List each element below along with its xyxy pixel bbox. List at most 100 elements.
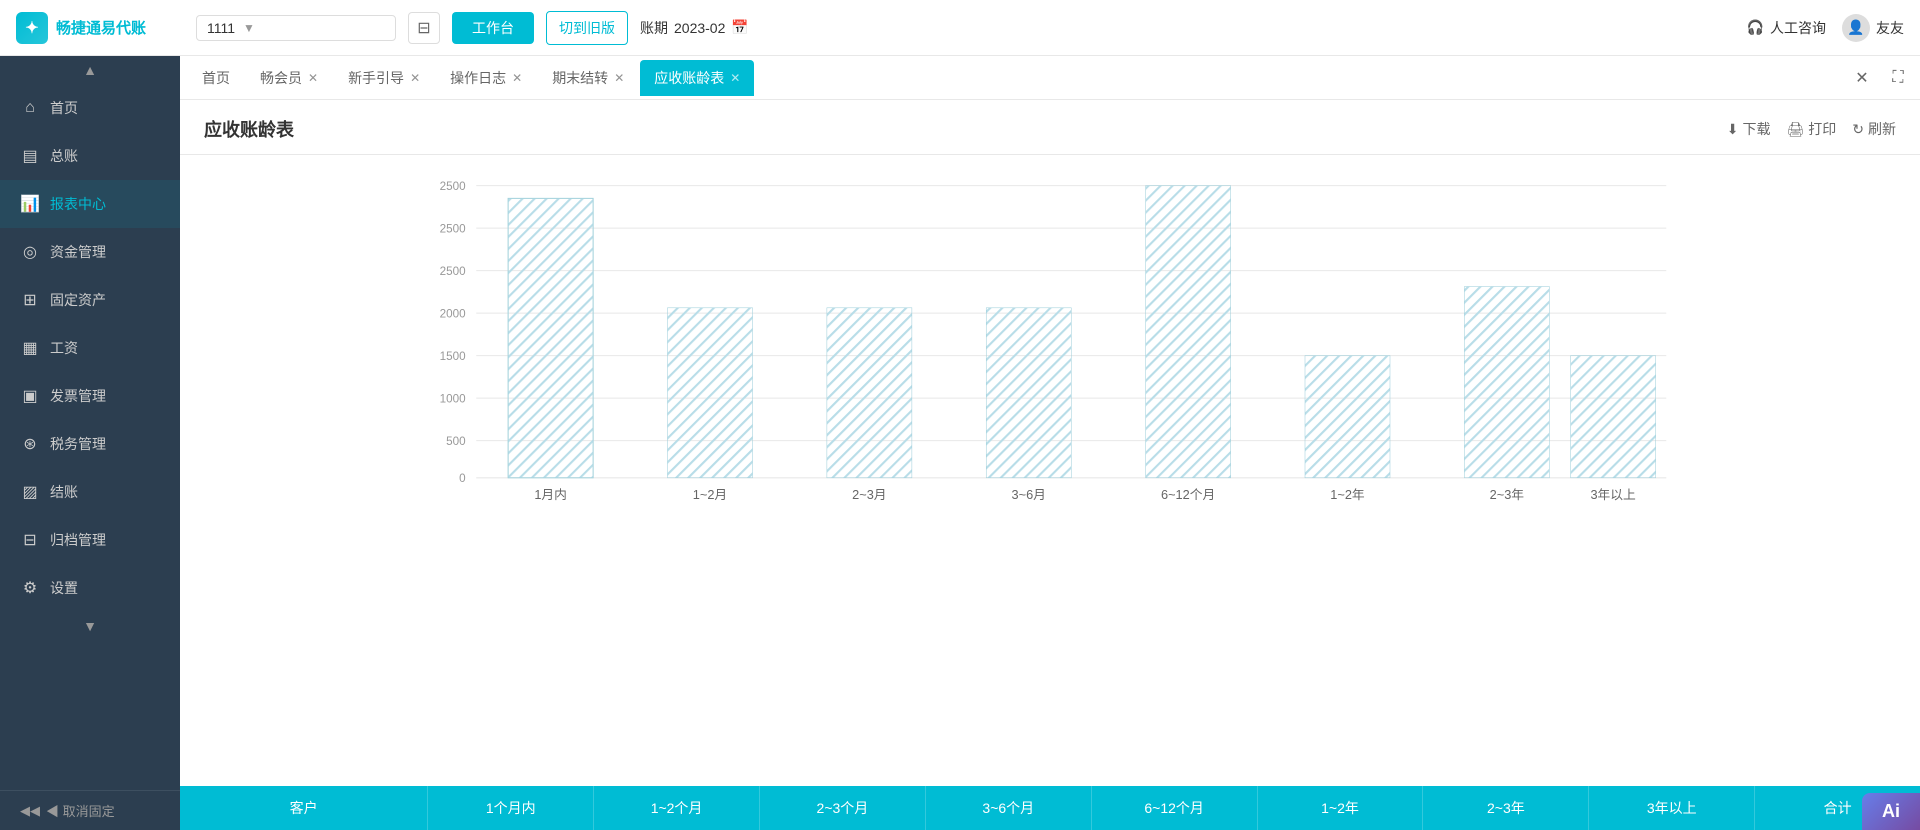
copy-button[interactable]: ⊟ (408, 12, 440, 44)
tab-member-close[interactable]: ✕ (308, 71, 318, 85)
sidebar-scroll-up[interactable]: ▲ (0, 56, 180, 84)
logo-area: ✦ 畅捷通易代账 (16, 12, 196, 44)
sidebar-item-archive[interactable]: ⊟ 归档管理 (0, 516, 180, 564)
svg-text:1~2年: 1~2年 (1330, 487, 1365, 502)
tab-member-label: 畅会员 (260, 68, 302, 88)
th-customer: 客户 (180, 786, 428, 830)
user-area[interactable]: 👤 友友 (1842, 14, 1904, 42)
tab-guide[interactable]: 新手引导 ✕ (334, 60, 434, 96)
ledger-icon: ▤ (20, 146, 40, 166)
consult-area[interactable]: 🎧 人工咨询 (1747, 18, 1826, 38)
sidebar-item-label: 发票管理 (50, 386, 106, 406)
svg-text:1500: 1500 (440, 350, 466, 363)
tab-ar-aging[interactable]: 应收账龄表 ✕ (640, 60, 754, 96)
header: ✦ 畅捷通易代账 1111 ▼ ⊟ 工作台 切到旧版 账期 2023-02 📅 … (0, 0, 1920, 56)
bar-chart: 2500 2500 2500 2000 1500 1000 500 (204, 175, 1896, 515)
reports-icon: 📊 (20, 194, 40, 214)
svg-text:1000: 1000 (440, 392, 466, 405)
settings-icon: ⚙ (20, 578, 40, 598)
sidebar-item-invoice[interactable]: ▣ 发票管理 (0, 372, 180, 420)
assets-icon: ⊞ (20, 290, 40, 310)
tabs-bar: 首页 畅会员 ✕ 新手引导 ✕ 操作日志 ✕ 期末结转 ✕ 应收账龄表 ✕ (180, 56, 1920, 100)
headset-icon: 🎧 (1747, 19, 1764, 36)
header-middle: 1111 ▼ ⊟ 工作台 切到旧版 账期 2023-02 📅 (196, 11, 1747, 45)
ai-badge-text: Ai (1882, 801, 1900, 821)
tab-oplog[interactable]: 操作日志 ✕ (436, 60, 536, 96)
page-header: 应收账龄表 ⬇ 下载 🖨 打印 ↻ 刷新 (180, 100, 1920, 155)
refresh-button[interactable]: ↻ 刷新 (1852, 119, 1896, 139)
download-button[interactable]: ⬇ 下载 (1727, 119, 1771, 139)
logo-text: 畅捷通易代账 (56, 17, 146, 38)
company-selector[interactable]: 1111 ▼ (196, 15, 396, 41)
sidebar-item-funds[interactable]: ◎ 资金管理 (0, 228, 180, 276)
th-2-3year: 2~3年 (1423, 786, 1589, 830)
svg-text:2~3年: 2~3年 (1490, 487, 1525, 502)
sidebar-item-ledger[interactable]: ▤ 总账 (0, 132, 180, 180)
svg-text:1月内: 1月内 (534, 487, 567, 502)
sidebar-scroll-down[interactable]: ▼ (0, 612, 180, 640)
svg-text:3年以上: 3年以上 (1590, 487, 1636, 502)
avatar: 👤 (1842, 14, 1870, 42)
svg-text:2000: 2000 (440, 307, 466, 320)
tabs-right: ✕ ⛶ (1848, 64, 1912, 92)
calendar-icon[interactable]: 📅 (731, 19, 748, 36)
tab-period-close-close[interactable]: ✕ (614, 71, 624, 85)
table-header: 客户 1个月内 1~2个月 2~3个月 3~6个月 6~12个月 (180, 786, 1920, 830)
sidebar-item-settings[interactable]: ⚙ 设置 (0, 564, 180, 612)
close-all-tabs-button[interactable]: ✕ (1848, 64, 1876, 92)
ai-badge[interactable]: Ai (1862, 793, 1920, 830)
svg-text:6~12个月: 6~12个月 (1161, 487, 1215, 502)
sidebar-item-label: 首页 (50, 98, 78, 118)
th-2-3month: 2~3个月 (760, 786, 926, 830)
sidebar-item-closing[interactable]: ▨ 结账 (0, 468, 180, 516)
print-button[interactable]: 🖨 打印 (1786, 119, 1836, 139)
tab-period-close-label: 期末结转 (552, 68, 608, 88)
svg-text:2500: 2500 (440, 180, 466, 193)
sidebar-item-label: 结账 (50, 482, 78, 502)
sidebar-item-assets[interactable]: ⊞ 固定资产 (0, 276, 180, 324)
funds-icon: ◎ (20, 242, 40, 262)
page-actions: ⬇ 下载 🖨 打印 ↻ 刷新 (1727, 119, 1896, 139)
period-area: 账期 2023-02 📅 (640, 18, 749, 38)
th-3year-plus: 3年以上 (1589, 786, 1755, 830)
cancel-fixed-icon: ◀◀ (20, 803, 40, 819)
home-icon: ⌂ (20, 99, 40, 117)
tab-oplog-label: 操作日志 (450, 68, 506, 88)
chart-container: 2500 2500 2500 2000 1500 1000 500 (180, 155, 1920, 786)
maximize-tab-button[interactable]: ⛶ (1884, 64, 1912, 92)
tab-guide-close[interactable]: ✕ (410, 71, 420, 85)
cancel-fixed-button[interactable]: ◀◀ ◀ 取消固定 (0, 790, 180, 830)
tab-period-close[interactable]: 期末结转 ✕ (538, 60, 638, 96)
th-1-2month: 1~2个月 (594, 786, 760, 830)
sidebar-item-tax[interactable]: ⊛ 税务管理 (0, 420, 180, 468)
tab-guide-label: 新手引导 (348, 68, 404, 88)
sidebar-item-label: 工资 (50, 338, 78, 358)
tab-home-label: 首页 (202, 68, 230, 88)
refresh-icon: ↻ (1852, 121, 1864, 138)
tab-home[interactable]: 首页 (188, 60, 244, 96)
tab-ar-aging-close[interactable]: ✕ (730, 71, 740, 85)
tab-oplog-close[interactable]: ✕ (512, 71, 522, 85)
svg-text:500: 500 (446, 435, 466, 448)
print-icon: 🖨 (1786, 121, 1804, 138)
cancel-fixed-label: ◀ 取消固定 (46, 801, 115, 820)
svg-text:2500: 2500 (440, 222, 466, 235)
sidebar-item-label: 设置 (50, 578, 78, 598)
workbench-button[interactable]: 工作台 (452, 12, 534, 44)
page-content: 应收账龄表 ⬇ 下载 🖨 打印 ↻ 刷新 (180, 100, 1920, 830)
sidebar-item-home[interactable]: ⌂ 首页 (0, 84, 180, 132)
company-name: 1111 (207, 20, 235, 36)
sidebar-item-reports[interactable]: 📊 报表中心 (0, 180, 180, 228)
svg-text:2500: 2500 (440, 265, 466, 278)
sidebar-item-label: 总账 (50, 146, 78, 166)
sidebar-item-payroll[interactable]: ▦ 工资 (0, 324, 180, 372)
user-name: 友友 (1876, 18, 1904, 38)
refresh-label: 刷新 (1868, 119, 1896, 139)
closing-icon: ▨ (20, 482, 40, 502)
main-layout: ▲ ⌂ 首页 ▤ 总账 📊 报表中心 ◎ 资金管理 ⊞ 固定资产 ▦ 工资 ▣ … (0, 56, 1920, 830)
tab-member[interactable]: 畅会员 ✕ (246, 60, 332, 96)
invoice-icon: ▣ (20, 386, 40, 406)
th-1month: 1个月内 (428, 786, 594, 830)
switch-old-version-button[interactable]: 切到旧版 (546, 11, 628, 45)
payroll-icon: ▦ (20, 338, 40, 358)
